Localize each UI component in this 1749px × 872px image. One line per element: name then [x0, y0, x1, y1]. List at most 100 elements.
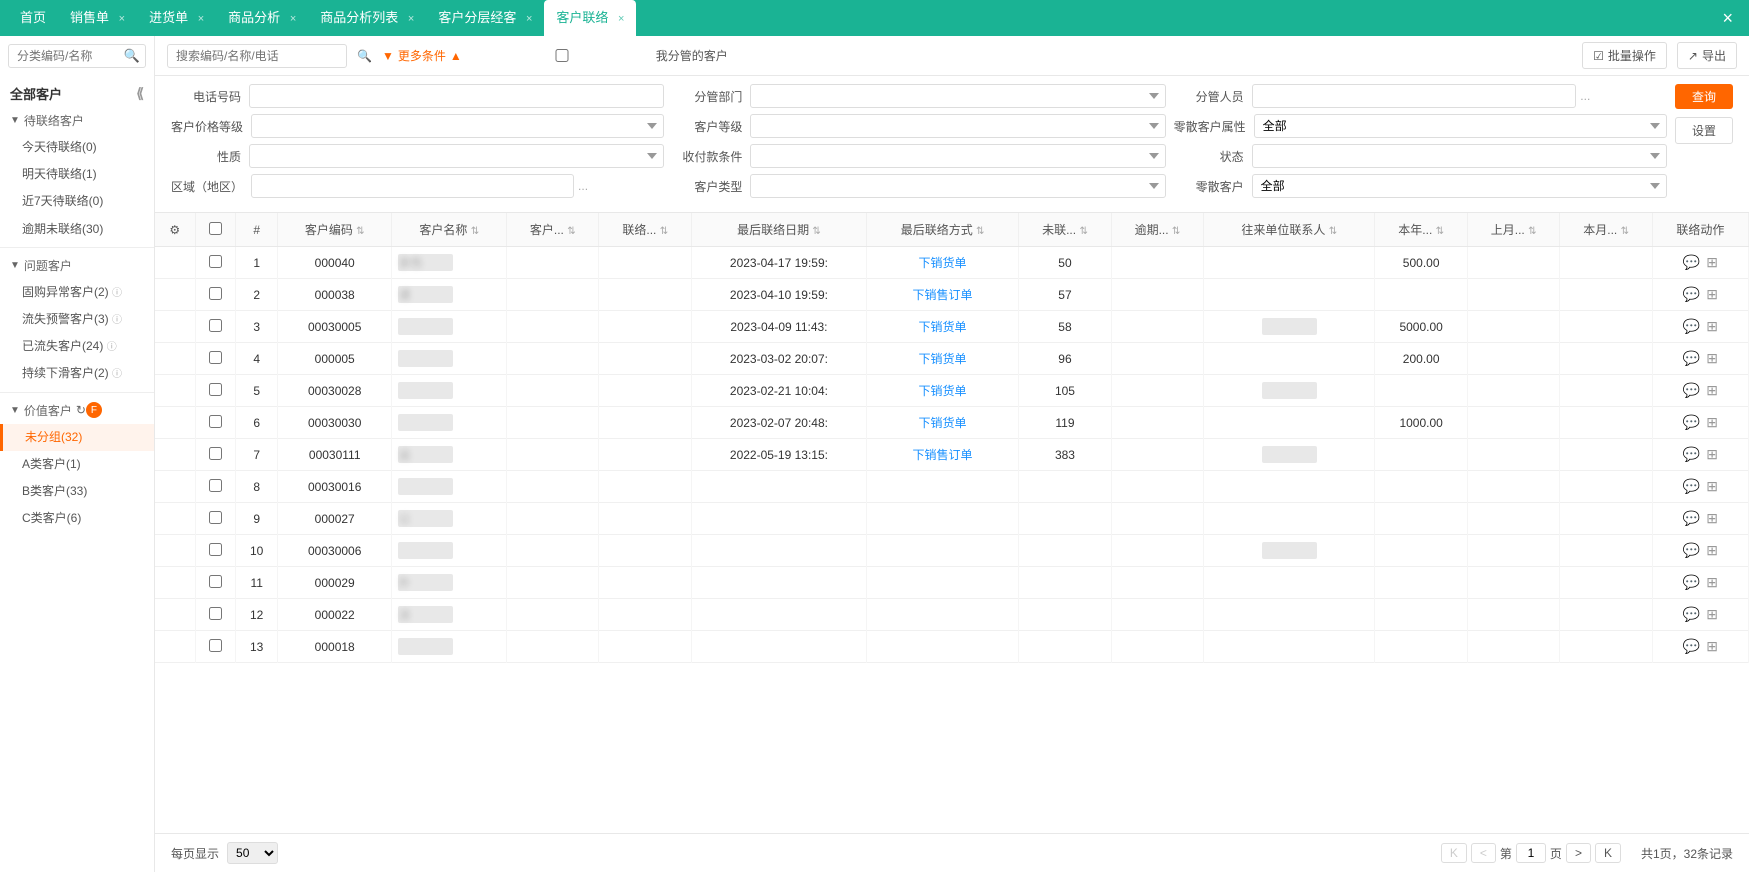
sidebar-item-abnormal[interactable]: 固购异常客户(2) ⓘ — [0, 279, 154, 306]
row-check[interactable] — [209, 575, 222, 588]
search-input[interactable] — [167, 44, 347, 68]
filter-status-select[interactable] — [1252, 144, 1667, 168]
message-icon[interactable]: 💬 — [1683, 478, 1700, 495]
row-checkbox[interactable] — [195, 375, 236, 407]
this-year-col-header[interactable]: 本年... ⇅ — [1375, 213, 1467, 247]
row-checkbox[interactable] — [195, 407, 236, 439]
nav-customer-segment[interactable]: 客户分层经客 × — [426, 0, 544, 36]
my-customers-checkbox-label[interactable]: 我分管的客户 — [472, 47, 728, 64]
sidebar-item-7days[interactable]: 近7天待联络(0) — [0, 188, 154, 215]
row-last-method[interactable]: 下销货单 — [866, 375, 1018, 407]
nav-customer-contact[interactable]: 客户联络 × — [544, 0, 636, 36]
row-checkbox[interactable] — [195, 471, 236, 503]
message-icon[interactable]: 💬 — [1683, 606, 1700, 623]
row-last-method[interactable]: 下销售订单 — [866, 279, 1018, 311]
row-last-method[interactable]: 下销货单 — [866, 343, 1018, 375]
filter-payment-select[interactable] — [750, 144, 1165, 168]
sidebar-item-ungroup[interactable]: 未分组(32) — [0, 424, 154, 451]
sidebar-item-decline[interactable]: 持续下滑客户(2) ⓘ — [0, 360, 154, 387]
row-checkbox[interactable] — [195, 247, 236, 279]
sidebar-item-warning[interactable]: 流失预警客户(3) ⓘ — [0, 306, 154, 333]
row-check[interactable] — [209, 607, 222, 620]
nav-customer-segment-close[interactable]: × — [526, 13, 532, 25]
grid-icon[interactable]: ⊞ — [1706, 510, 1718, 527]
settings-col-header[interactable]: ⚙ — [155, 213, 195, 247]
sidebar-item-class-b[interactable]: B类客户(33) — [0, 478, 154, 505]
row-check[interactable] — [209, 383, 222, 396]
filter-region-more[interactable]: ... — [578, 179, 588, 193]
type-col-header[interactable]: 客户... ⇅ — [507, 213, 599, 247]
batch-ops-button[interactable]: ☑ 批量操作 — [1582, 42, 1667, 69]
query-button[interactable]: 查询 — [1675, 84, 1733, 109]
filter-retail-select[interactable]: 全部 — [1252, 174, 1667, 198]
row-check[interactable] — [209, 351, 222, 364]
sidebar-item-overdue[interactable]: 逾期未联络(30) — [0, 216, 154, 243]
sidebar-group-problem[interactable]: ▼ 问题客户 — [0, 252, 154, 279]
sidebar-group-pending[interactable]: ▼ 待联络客户 — [0, 107, 154, 134]
filter-person-input[interactable] — [1252, 84, 1577, 108]
window-close-button[interactable]: × — [1714, 8, 1741, 29]
this-month-col-header[interactable]: 本月... ⇅ — [1560, 213, 1652, 247]
grid-icon[interactable]: ⊞ — [1706, 318, 1718, 335]
filter-customer-grade-select[interactable] — [750, 114, 1165, 138]
grid-icon[interactable]: ⊞ — [1706, 350, 1718, 367]
partner-col-header[interactable]: 往来单位联系人 ⇅ — [1204, 213, 1375, 247]
overdue-col-header[interactable]: 逾期... ⇅ — [1111, 213, 1203, 247]
row-last-method[interactable] — [866, 599, 1018, 631]
code-col-header[interactable]: 客户编码 ⇅ — [277, 213, 392, 247]
sidebar-item-class-c[interactable]: C类客户(6) — [0, 505, 154, 532]
message-icon[interactable]: 💬 — [1683, 382, 1700, 399]
nav-product-list-close[interactable]: × — [408, 13, 414, 25]
row-checkbox[interactable] — [195, 343, 236, 375]
sidebar-collapse-icon[interactable]: ⟪ — [136, 85, 144, 102]
page-prev-btn[interactable]: < — [1471, 843, 1496, 863]
row-checkbox[interactable] — [195, 535, 236, 567]
row-check[interactable] — [209, 415, 222, 428]
contact-col-header[interactable]: 联络... ⇅ — [599, 213, 691, 247]
grid-icon[interactable]: ⊞ — [1706, 382, 1718, 399]
filter-dept-select[interactable] — [750, 84, 1165, 108]
message-icon[interactable]: 💬 — [1683, 446, 1700, 463]
nav-product-analysis[interactable]: 商品分析 × — [216, 0, 308, 36]
message-icon[interactable]: 💬 — [1683, 510, 1700, 527]
row-check[interactable] — [209, 287, 222, 300]
select-all-checkbox[interactable] — [209, 222, 222, 235]
grid-icon[interactable]: ⊞ — [1706, 478, 1718, 495]
no-contact-col-header[interactable]: 未联... ⇅ — [1019, 213, 1111, 247]
filter-customer-type-select[interactable] — [750, 174, 1165, 198]
message-icon[interactable]: 💬 — [1683, 638, 1700, 655]
row-checkbox[interactable] — [195, 599, 236, 631]
message-icon[interactable]: 💬 — [1683, 574, 1700, 591]
row-check[interactable] — [209, 447, 222, 460]
row-check[interactable] — [209, 511, 222, 524]
filter-person-more[interactable]: ... — [1580, 89, 1590, 103]
reset-button[interactable]: 设置 — [1675, 117, 1733, 144]
row-checkbox[interactable] — [195, 439, 236, 471]
page-last-btn[interactable]: K — [1595, 843, 1621, 863]
nav-purchase-close[interactable]: × — [198, 13, 204, 25]
message-icon[interactable]: 💬 — [1683, 414, 1700, 431]
sidebar-item-lost[interactable]: 已流失客户(24) ⓘ — [0, 333, 154, 360]
row-check[interactable] — [209, 255, 222, 268]
settings-icon[interactable]: ⚙ — [169, 223, 180, 237]
sidebar-group-value[interactable]: ▼ 价值客户 ↻ F — [0, 397, 154, 424]
all-customers-header[interactable]: 全部客户 ⟪ — [0, 76, 154, 107]
sidebar-item-tomorrow[interactable]: 明天待联络(1) — [0, 161, 154, 188]
page-size-select[interactable]: 50 100 200 — [227, 842, 278, 864]
grid-icon[interactable]: ⊞ — [1706, 574, 1718, 591]
row-check[interactable] — [209, 543, 222, 556]
sidebar-item-class-a[interactable]: A类客户(1) — [0, 451, 154, 478]
nav-purchase[interactable]: 进货单 × — [137, 0, 216, 36]
filter-price-grade-select[interactable] — [251, 114, 664, 138]
message-icon[interactable]: 💬 — [1683, 542, 1700, 559]
page-next-btn[interactable]: > — [1566, 843, 1591, 863]
row-last-method[interactable] — [866, 535, 1018, 567]
last-date-col-header[interactable]: 最后联络日期 ⇅ — [691, 213, 866, 247]
grid-icon[interactable]: ⊞ — [1706, 414, 1718, 431]
filter-region-input[interactable] — [251, 174, 574, 198]
my-customers-checkbox[interactable] — [472, 49, 652, 62]
grid-icon[interactable]: ⊞ — [1706, 254, 1718, 271]
row-check[interactable] — [209, 639, 222, 652]
grid-icon[interactable]: ⊞ — [1706, 446, 1718, 463]
row-check[interactable] — [209, 479, 222, 492]
